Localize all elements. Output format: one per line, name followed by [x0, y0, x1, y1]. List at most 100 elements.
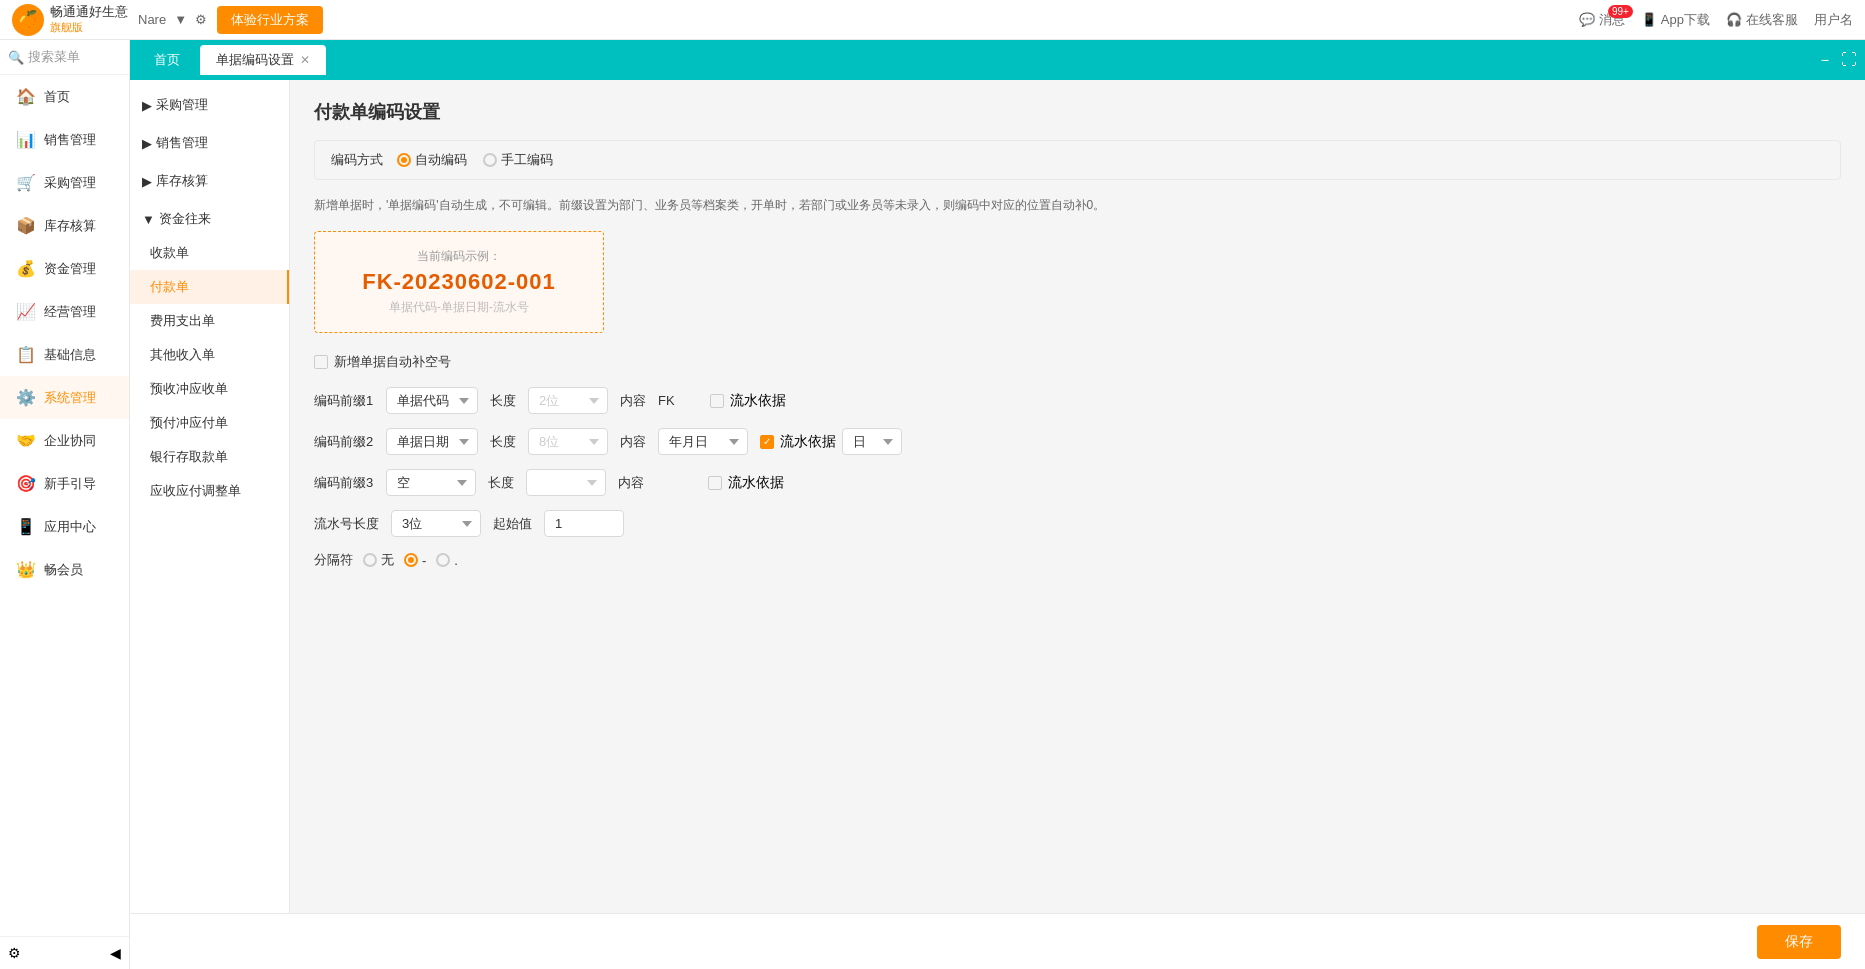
experience-button[interactable]: 体验行业方案: [217, 6, 323, 34]
prefix1-type-select[interactable]: 单据代码: [386, 387, 478, 414]
user-area[interactable]: 用户名: [1814, 11, 1853, 29]
start-value-input[interactable]: [544, 510, 624, 537]
sub-item-other-income[interactable]: 其他收入单: [130, 338, 289, 372]
sub-item-advance-receipt[interactable]: 预收冲应收单: [130, 372, 289, 406]
top-bar-right: 💬 消息 99+ 📱 App下载 🎧 在线客服 用户名: [1579, 11, 1853, 29]
serial-follow-value-select[interactable]: 日: [842, 428, 902, 455]
separator-none-radio[interactable]: [363, 553, 377, 567]
sidebar-item-appstore[interactable]: 📱 应用中心: [0, 505, 129, 548]
config-row-2: 编码前缀2 单据日期 长度 8位 内容 年月日 ✓ 流水依据: [314, 428, 1841, 455]
sidebar-search[interactable]: 🔍 搜索菜单: [0, 40, 129, 75]
sub-group-sales-title[interactable]: ▶ 销售管理: [130, 126, 289, 160]
content-label-2: 内容: [620, 433, 646, 451]
tab-encode-label: 单据编码设置: [216, 51, 294, 69]
separator-dot-label: .: [454, 553, 458, 568]
sub-group-capital-title[interactable]: ▼ 资金往来: [130, 202, 289, 236]
online-service-button[interactable]: 🎧 在线客服: [1726, 11, 1798, 29]
sub-item-bank[interactable]: 银行存取款单: [130, 440, 289, 474]
tab-close-icon[interactable]: ✕: [300, 53, 310, 67]
separator-label: 分隔符: [314, 551, 353, 569]
sidebar-item-finance[interactable]: 💰 资金管理: [0, 247, 129, 290]
tab-home[interactable]: 首页: [138, 45, 196, 75]
save-button[interactable]: 保存: [1757, 925, 1841, 959]
sidebar-item-sales[interactable]: 📊 销售管理: [0, 118, 129, 161]
code-preview-label: 当前编码示例：: [335, 248, 583, 265]
sub-item-payment[interactable]: 付款单: [130, 270, 289, 304]
auto-fill-checkbox[interactable]: [314, 355, 328, 369]
serial-length-select[interactable]: 3位: [391, 510, 481, 537]
prefix2-content-select[interactable]: 年月日: [658, 428, 748, 455]
serial-follow-checkbox-2[interactable]: ✓: [760, 435, 774, 449]
search-icon: 🔍: [8, 50, 24, 65]
config-row-1: 编码前缀1 单据代码 长度 2位 内容 FK 流水依据: [314, 387, 1841, 414]
sub-group-purchase-arrow: ▶: [142, 98, 152, 113]
separator-dot-radio[interactable]: [436, 553, 450, 567]
sidebar-item-system[interactable]: ⚙️ 系统管理: [0, 376, 129, 419]
system-icon: ⚙️: [16, 388, 36, 407]
sub-item-receipt[interactable]: 收款单: [130, 236, 289, 270]
sub-item-adjustment[interactable]: 应收应付调整单: [130, 474, 289, 508]
separator-none-option[interactable]: 无: [363, 551, 394, 569]
prefix3-length-select[interactable]: [526, 469, 606, 496]
tab-minimize-button[interactable]: －: [1817, 50, 1833, 71]
settings-icon[interactable]: ⚙: [195, 12, 207, 27]
sales-icon: 📊: [16, 130, 36, 149]
sidebar-items: 🏠 首页 📊 销售管理 🛒 采购管理 📦 库存核算 💰 资金管理 📈 经: [0, 75, 129, 936]
content-label-3: 内容: [618, 474, 644, 492]
collapse-icon[interactable]: ◀: [110, 945, 121, 961]
serial-follow-2: ✓ 流水依据 日: [760, 428, 902, 455]
serial-follow-checkbox-1[interactable]: [710, 394, 724, 408]
settings-bottom-icon[interactable]: ⚙: [8, 945, 21, 961]
sidebar-item-inventory-label: 库存核算: [44, 217, 96, 235]
message-button[interactable]: 💬 消息 99+: [1579, 11, 1625, 29]
app-download-button[interactable]: 📱 App下载: [1641, 11, 1710, 29]
service-label: 在线客服: [1746, 11, 1798, 29]
nav-dropdown-icon[interactable]: ▼: [174, 12, 187, 27]
top-nav: Nare ▼ ⚙: [138, 12, 207, 27]
manual-encode-radio[interactable]: [483, 153, 497, 167]
encoding-type-bar: 编码方式 自动编码 手工编码: [314, 140, 1841, 180]
start-value-label: 起始值: [493, 515, 532, 533]
prefix2-type-select[interactable]: 单据日期: [386, 428, 478, 455]
sidebar-item-guide[interactable]: 🎯 新手引导: [0, 462, 129, 505]
manual-encode-option[interactable]: 手工编码: [483, 151, 553, 169]
page-body: ▶ 采购管理 ▶ 销售管理 ▶ 库存核算: [130, 80, 1865, 969]
sidebar-item-guide-label: 新手引导: [44, 475, 96, 493]
sidebar-item-operations-label: 经营管理: [44, 303, 96, 321]
separator-dot-option[interactable]: .: [436, 553, 458, 568]
logo-text-block: 畅通通好生意 旗舰版: [50, 4, 128, 35]
encoding-type-label: 编码方式: [331, 151, 383, 169]
separator-dash-option[interactable]: -: [404, 553, 426, 568]
sidebar-item-enterprise[interactable]: 🤝 企业协同: [0, 419, 129, 462]
sidebar-item-home[interactable]: 🏠 首页: [0, 75, 129, 118]
auto-encode-radio-inner: [401, 157, 407, 163]
separator-dash-radio[interactable]: [404, 553, 418, 567]
sidebar-item-operations[interactable]: 📈 经营管理: [0, 290, 129, 333]
sub-group-inventory-label: 库存核算: [156, 172, 208, 190]
config-label-2: 编码前缀2: [314, 433, 374, 451]
sub-item-expense[interactable]: 费用支出单: [130, 304, 289, 338]
sub-group-purchase: ▶ 采购管理: [130, 88, 289, 122]
tab-maximize-button[interactable]: ⛶: [1841, 50, 1857, 71]
sidebar-item-finance-label: 资金管理: [44, 260, 96, 278]
auto-encode-option[interactable]: 自动编码: [397, 151, 467, 169]
sub-group-inventory-title[interactable]: ▶ 库存核算: [130, 164, 289, 198]
logo-sub: 旗舰版: [50, 20, 128, 35]
sidebar-item-basic-label: 基础信息: [44, 346, 96, 364]
tab-actions: － ⛶: [1817, 50, 1857, 71]
prefix3-type-select[interactable]: 空: [386, 469, 476, 496]
code-preview-desc: 单据代码-单据日期-流水号: [335, 299, 583, 316]
sidebar-item-member[interactable]: 👑 畅会员: [0, 548, 129, 591]
serial-follow-label-1: 流水依据: [730, 392, 786, 410]
sidebar-item-basic[interactable]: 📋 基础信息: [0, 333, 129, 376]
sidebar-item-purchase-label: 采购管理: [44, 174, 96, 192]
serial-follow-checkbox-3[interactable]: [708, 476, 722, 490]
sidebar-item-purchase[interactable]: 🛒 采购管理: [0, 161, 129, 204]
sidebar-item-inventory[interactable]: 📦 库存核算: [0, 204, 129, 247]
prefix2-length-select[interactable]: 8位: [528, 428, 608, 455]
tab-encode-setting[interactable]: 单据编码设置 ✕: [200, 45, 326, 75]
sub-item-advance-payment[interactable]: 预付冲应付单: [130, 406, 289, 440]
prefix1-length-select[interactable]: 2位: [528, 387, 608, 414]
auto-encode-radio[interactable]: [397, 153, 411, 167]
sub-group-purchase-title[interactable]: ▶ 采购管理: [130, 88, 289, 122]
